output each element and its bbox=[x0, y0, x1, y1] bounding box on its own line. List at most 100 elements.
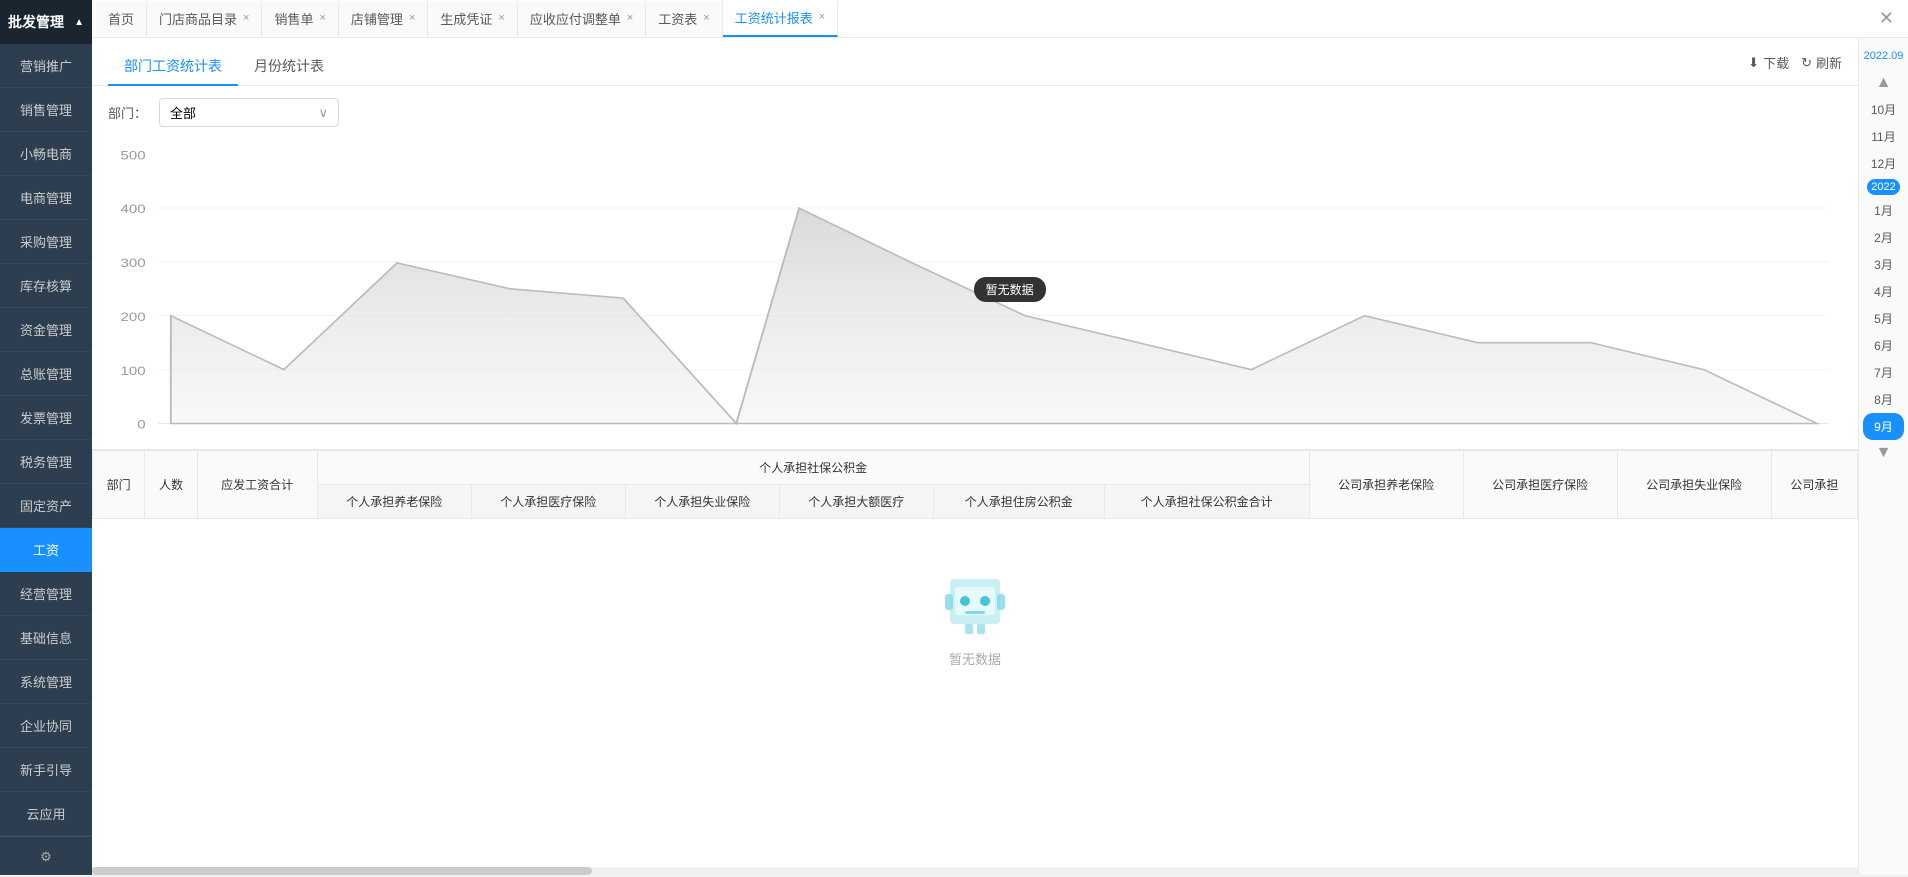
timeline-item-10月[interactable]: 10月 bbox=[1859, 96, 1908, 123]
table-scrollbar[interactable] bbox=[92, 867, 1858, 875]
empty-text: 暂无数据 bbox=[949, 649, 1001, 668]
sidebar-item-税务管理[interactable]: 税务管理 bbox=[0, 440, 92, 484]
tab-店铺管理[interactable]: 店铺管理 × bbox=[339, 1, 428, 37]
sub-tab-actions: ⬇ 下载 ↻ 刷新 bbox=[1748, 53, 1842, 80]
filter-label: 部门： bbox=[108, 103, 147, 122]
download-icon: ⬇ bbox=[1748, 55, 1759, 71]
chart-container: 0 100 200 300 400 500 bbox=[108, 149, 1842, 439]
tab-首页[interactable]: 首页 bbox=[96, 1, 147, 37]
sidebar-item-发票管理[interactable]: 发票管理 bbox=[0, 396, 92, 440]
sub-tab-部门工资统计表[interactable]: 部门工资统计表 bbox=[108, 48, 238, 86]
tab-门店商品目录[interactable]: 门店商品目录 × bbox=[147, 1, 262, 37]
tab-应收应付调整单[interactable]: 应收应付调整单 × bbox=[518, 1, 646, 37]
svg-text:400: 400 bbox=[121, 202, 146, 216]
sidebar: 批发管理 ▲ 营销推广 销售管理 小畅电商 电商管理 采购管理 库存核算 资金管… bbox=[0, 0, 92, 875]
sidebar-item-电商管理[interactable]: 电商管理 bbox=[0, 176, 92, 220]
timeline-item-7月[interactable]: 7月 bbox=[1859, 359, 1908, 386]
col-个人承担医疗保险: 个人承担医疗保险 bbox=[471, 485, 625, 519]
empty-icon bbox=[935, 559, 1015, 639]
close-icon[interactable]: × bbox=[243, 13, 249, 24]
timeline-item-2月[interactable]: 2月 bbox=[1859, 224, 1908, 251]
timeline-up-icon[interactable]: ▲ bbox=[1872, 70, 1896, 96]
settings-button[interactable]: ⚙ bbox=[0, 836, 92, 877]
col-公司承担医疗保险: 公司承担医疗保险 bbox=[1463, 451, 1617, 519]
col-公司承担失业保险: 公司承担失业保险 bbox=[1617, 451, 1771, 519]
close-icon[interactable]: × bbox=[319, 13, 325, 24]
sidebar-item-销售管理[interactable]: 销售管理 bbox=[0, 88, 92, 132]
department-select[interactable]: 全部 ∨ bbox=[159, 98, 339, 127]
sidebar-item-基础信息[interactable]: 基础信息 bbox=[0, 616, 92, 660]
col-group-个人承担: 个人承担社保公积金 bbox=[317, 451, 1309, 485]
timeline-item-11月[interactable]: 11月 bbox=[1859, 123, 1908, 150]
timeline-item-9月[interactable]: 9月 bbox=[1863, 413, 1904, 440]
tab-销售单[interactable]: 销售单 × bbox=[262, 1, 338, 37]
timeline-item-8月[interactable]: 8月 bbox=[1859, 386, 1908, 413]
close-icon[interactable]: × bbox=[627, 13, 633, 24]
filter-bar: 部门： 全部 ∨ bbox=[92, 86, 1858, 139]
tab-工资表[interactable]: 工资表 × bbox=[646, 1, 722, 37]
col-个人承担失业保险: 个人承担失业保险 bbox=[625, 485, 779, 519]
timeline-item-12月[interactable]: 12月 bbox=[1859, 150, 1908, 177]
close-all-tabs-icon[interactable]: ✕ bbox=[1873, 8, 1900, 29]
close-icon[interactable]: × bbox=[819, 12, 825, 23]
scrollbar-thumb[interactable] bbox=[92, 867, 592, 875]
col-人数: 人数 bbox=[145, 451, 197, 519]
sidebar-header[interactable]: 批发管理 ▲ bbox=[0, 0, 92, 44]
sidebar-item-采购管理[interactable]: 采购管理 bbox=[0, 220, 92, 264]
sidebar-item-库存核算[interactable]: 库存核算 bbox=[0, 264, 92, 308]
sidebar-item-小畅电商[interactable]: 小畅电商 bbox=[0, 132, 92, 176]
year-badge-2022[interactable]: 2022 bbox=[1867, 179, 1899, 195]
timeline-item-4月[interactable]: 4月 bbox=[1859, 278, 1908, 305]
close-icon[interactable]: × bbox=[498, 13, 504, 24]
col-个人承担养老保险: 个人承担养老保险 bbox=[317, 485, 471, 519]
sidebar-item-企业协同[interactable]: 企业协同 bbox=[0, 704, 92, 748]
sidebar-item-云应用[interactable]: 云应用 bbox=[0, 792, 92, 836]
sidebar-item-总账管理[interactable]: 总账管理 bbox=[0, 352, 92, 396]
sidebar-item-新手引导[interactable]: 新手引导 bbox=[0, 748, 92, 792]
timeline-item-6月[interactable]: 6月 bbox=[1859, 332, 1908, 359]
sidebar-item-固定资产[interactable]: 固定资产 bbox=[0, 484, 92, 528]
sidebar-item-经营管理[interactable]: 经营管理 bbox=[0, 572, 92, 616]
table-wrapper[interactable]: 部门 人数 应发工资合计 个人承担社保公积金 公司承担养老保险 公司承担医疗保险… bbox=[92, 450, 1858, 867]
download-button[interactable]: ⬇ 下载 bbox=[1748, 53, 1789, 72]
timeline-item-5月[interactable]: 5月 bbox=[1859, 305, 1908, 332]
chevron-down-icon: ∨ bbox=[319, 105, 329, 121]
page-content: 部门工资统计表 月份统计表 ⬇ 下载 ↻ 刷新 bbox=[92, 38, 1908, 875]
col-公司承担other: 公司承担 bbox=[1771, 451, 1857, 519]
sidebar-item-资金管理[interactable]: 资金管理 bbox=[0, 308, 92, 352]
sub-tab-月份统计表[interactable]: 月份统计表 bbox=[238, 48, 340, 86]
timeline-item-1月[interactable]: 1月 bbox=[1859, 197, 1908, 224]
timeline-current-date: 2022.09 bbox=[1862, 46, 1906, 66]
svg-text:500: 500 bbox=[121, 149, 146, 162]
chart-tooltip: 暂无数据 bbox=[974, 277, 1046, 302]
refresh-icon: ↻ bbox=[1801, 55, 1812, 71]
data-table: 部门 人数 应发工资合计 个人承担社保公积金 公司承担养老保险 公司承担医疗保险… bbox=[92, 450, 1858, 519]
select-value: 全部 bbox=[170, 103, 196, 122]
tab-bar: 首页 门店商品目录 × 销售单 × 店铺管理 × 生成凭证 × 应收应付调整单 … bbox=[92, 0, 1908, 38]
chart-area: 0 100 200 300 400 500 bbox=[92, 139, 1858, 449]
col-个人承担住房公积金: 个人承担住房公积金 bbox=[933, 485, 1104, 519]
col-部门: 部门 bbox=[93, 451, 145, 519]
tab-工资统计报表[interactable]: 工资统计报表 × bbox=[723, 1, 838, 37]
close-icon[interactable]: × bbox=[703, 13, 709, 24]
sub-tabs: 部门工资统计表 月份统计表 bbox=[108, 48, 340, 85]
refresh-button[interactable]: ↻ 刷新 bbox=[1801, 53, 1842, 72]
sidebar-toggle-icon: ▲ bbox=[74, 17, 84, 28]
tab-生成凭证[interactable]: 生成凭证 × bbox=[428, 1, 517, 37]
empty-state: 暂无数据 bbox=[92, 519, 1858, 708]
timeline-down-icon[interactable]: ▼ bbox=[1872, 440, 1896, 466]
sidebar-item-系统管理[interactable]: 系统管理 bbox=[0, 660, 92, 704]
svg-text:0: 0 bbox=[137, 417, 146, 431]
col-公司承担养老保险: 公司承担养老保险 bbox=[1309, 451, 1463, 519]
timeline-panel: 2022.09 ▲ 10月 11月 12月 2022 1月 2月 3月 4月 5… bbox=[1858, 38, 1908, 875]
main-container: 首页 门店商品目录 × 销售单 × 店铺管理 × 生成凭证 × 应收应付调整单 … bbox=[92, 0, 1908, 875]
close-icon[interactable]: × bbox=[409, 13, 415, 24]
timeline-item-3月[interactable]: 3月 bbox=[1859, 251, 1908, 278]
sidebar-item-工资[interactable]: 工资 bbox=[0, 528, 92, 572]
col-个人承担大额医疗: 个人承担大额医疗 bbox=[779, 485, 933, 519]
svg-text:100: 100 bbox=[121, 363, 146, 377]
sub-tab-bar: 部门工资统计表 月份统计表 ⬇ 下载 ↻ 刷新 bbox=[92, 38, 1858, 86]
sidebar-item-营销推广[interactable]: 营销推广 bbox=[0, 44, 92, 88]
inner-page: 部门工资统计表 月份统计表 ⬇ 下载 ↻ 刷新 bbox=[92, 38, 1858, 875]
table-section: 部门 人数 应发工资合计 个人承担社保公积金 公司承担养老保险 公司承担医疗保险… bbox=[92, 449, 1858, 875]
